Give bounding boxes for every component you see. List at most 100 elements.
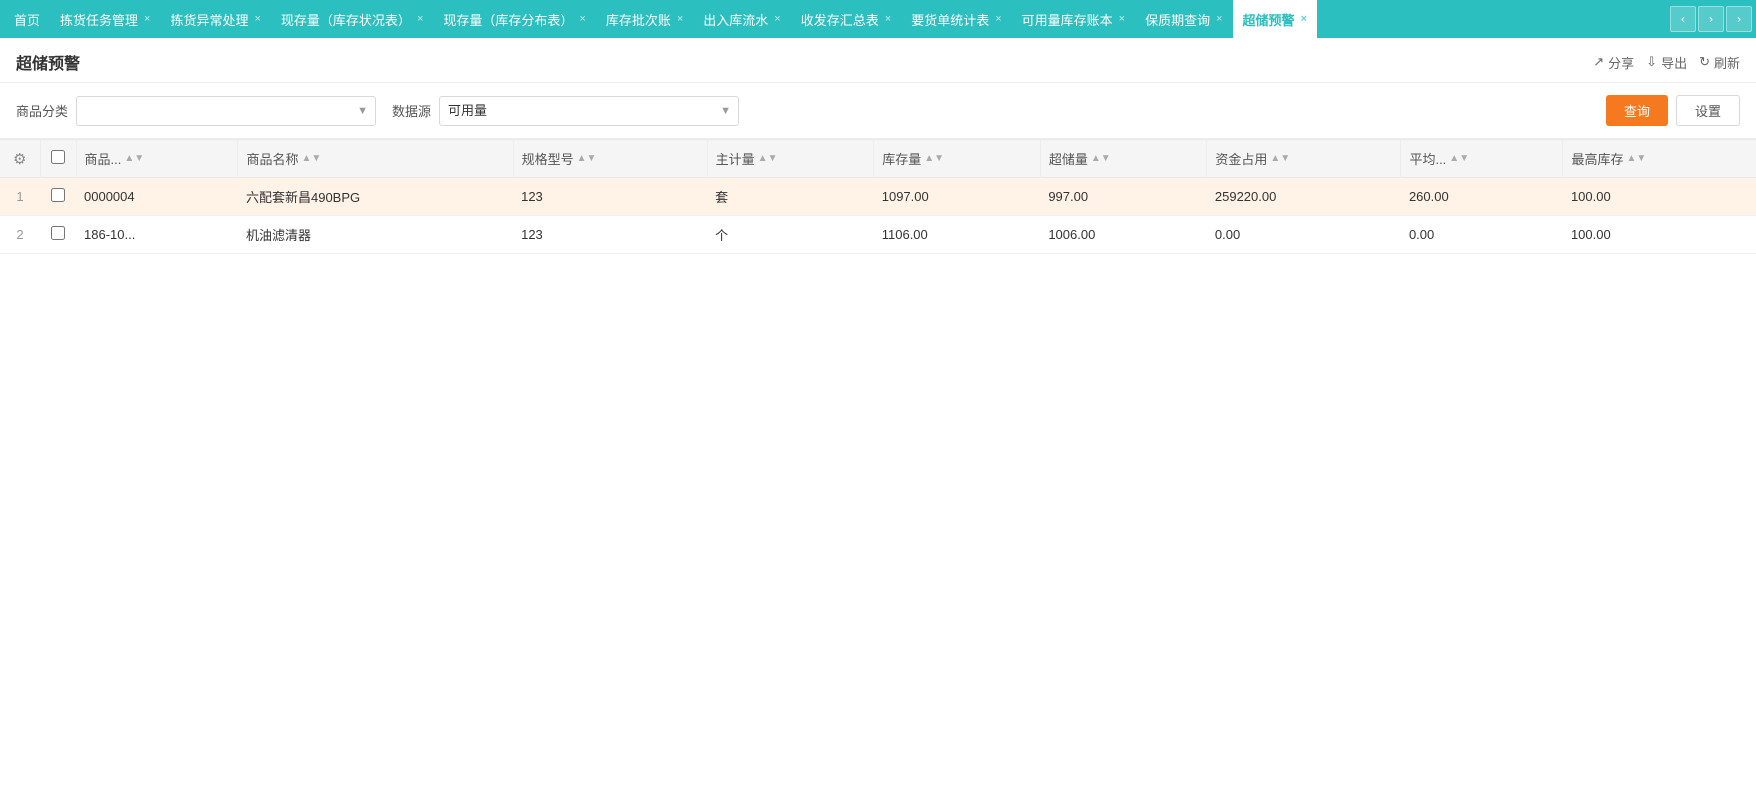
header-actions: ↗ 分享 ⇩ 导出 ↻ 刷新 <box>1593 53 1740 72</box>
nav-tab-inventory-status[interactable]: 现存量（库存状况表） × <box>271 0 433 38</box>
product-category-label: 商品分类 <box>16 101 68 120</box>
nav-next-button[interactable]: › <box>1698 6 1724 32</box>
cell-stock: 1106.00 <box>874 216 1041 254</box>
filter-actions: 查询 设置 <box>1606 95 1740 126</box>
row-checkbox[interactable] <box>51 188 65 202</box>
cell-max-stock: 100.00 <box>1563 216 1756 254</box>
nav-controls: ‹ › › <box>1670 6 1752 32</box>
close-icon[interactable]: × <box>774 13 780 25</box>
sort-icon: ▲▼ <box>758 154 778 164</box>
cell-spec: 123 <box>513 178 707 216</box>
data-source-label: 数据源 <box>392 101 431 120</box>
th-over-stock[interactable]: 超储量 ▲▼ <box>1040 140 1207 178</box>
cell-spec: 123 <box>513 216 707 254</box>
th-checkbox <box>40 140 76 178</box>
nav-tab-overstock-warning[interactable]: 超储预警 × <box>1233 0 1317 38</box>
select-all-checkbox[interactable] <box>51 150 65 164</box>
settings-button[interactable]: 设置 <box>1676 95 1740 126</box>
nav-tab-requisition[interactable]: 要货单统计表 × <box>901 0 1011 38</box>
th-capital-usage[interactable]: 资金占用 ▲▼ <box>1207 140 1401 178</box>
table-row: 2 186-10... 机油滤清器 123 个 1106.00 1006.00 … <box>0 216 1756 254</box>
product-category-select[interactable] <box>76 96 376 126</box>
nav-prev-button[interactable]: ‹ <box>1670 6 1696 32</box>
nav-tab-task-mgmt[interactable]: 拣货任务管理 × <box>50 0 160 38</box>
cell-stock: 1097.00 <box>874 178 1041 216</box>
sort-icon: ▲▼ <box>1449 154 1469 164</box>
gear-icon[interactable]: ⚙ <box>13 151 26 168</box>
nav-tab-quality-period[interactable]: 保质期查询 × <box>1135 0 1232 38</box>
close-icon[interactable]: × <box>1119 13 1125 25</box>
filter-row: 商品分类 ▼ 数据源 可用量 库存量 ▼ 查询 设置 <box>0 83 1756 139</box>
th-avg[interactable]: 平均... ▲▼ <box>1401 140 1563 178</box>
cell-unit: 套 <box>707 178 874 216</box>
close-icon[interactable]: × <box>995 13 1001 25</box>
nav-tab-available-stock[interactable]: 可用量库存账本 × <box>1012 0 1135 38</box>
row-number: 1 <box>0 178 40 216</box>
refresh-button[interactable]: ↻ 刷新 <box>1699 53 1740 72</box>
th-max-stock[interactable]: 最高库存 ▲▼ <box>1563 140 1756 178</box>
cell-product-name: 六配套新昌490BPG <box>238 178 513 216</box>
close-icon[interactable]: × <box>1301 13 1307 25</box>
cell-unit: 个 <box>707 216 874 254</box>
cell-product-code: 0000004 <box>76 178 238 216</box>
share-icon: ↗ <box>1593 54 1604 70</box>
cell-max-stock: 100.00 <box>1563 178 1756 216</box>
table-row: 1 0000004 六配套新昌490BPG 123 套 1097.00 997.… <box>0 178 1756 216</box>
table-wrapper: ⚙ 商品... ▲▼ 商品名称 ▲▼ <box>0 139 1756 254</box>
nav-tab-summary[interactable]: 收发存汇总表 × <box>791 0 901 38</box>
export-icon: ⇩ <box>1646 54 1657 70</box>
th-gear: ⚙ <box>0 140 40 178</box>
th-unit[interactable]: 主计量 ▲▼ <box>707 140 874 178</box>
close-icon[interactable]: × <box>677 13 683 25</box>
row-checkbox-cell <box>40 178 76 216</box>
cell-over-stock: 997.00 <box>1040 178 1207 216</box>
query-button[interactable]: 查询 <box>1606 95 1668 126</box>
data-source-filter: 数据源 可用量 库存量 ▼ <box>392 96 739 126</box>
close-icon[interactable]: × <box>144 13 150 25</box>
data-source-select[interactable]: 可用量 库存量 <box>439 96 739 126</box>
table-header-row: ⚙ 商品... ▲▼ 商品名称 ▲▼ <box>0 140 1756 178</box>
share-button[interactable]: ↗ 分享 <box>1593 53 1634 72</box>
top-navigation: 首页 拣货任务管理 × 拣货异常处理 × 现存量（库存状况表） × 现存量（库存… <box>0 0 1756 38</box>
cell-product-code: 186-10... <box>76 216 238 254</box>
nav-tab-exception[interactable]: 拣货异常处理 × <box>160 0 270 38</box>
close-icon[interactable]: × <box>885 13 891 25</box>
cell-capital-usage: 0.00 <box>1207 216 1401 254</box>
cell-avg: 260.00 <box>1401 178 1563 216</box>
close-icon[interactable]: × <box>417 13 423 25</box>
row-checkbox-cell <box>40 216 76 254</box>
cell-over-stock: 1006.00 <box>1040 216 1207 254</box>
nav-tab-flow[interactable]: 出入库流水 × <box>693 0 790 38</box>
close-icon[interactable]: × <box>579 13 585 25</box>
refresh-icon: ↻ <box>1699 54 1710 70</box>
cell-capital-usage: 259220.00 <box>1207 178 1401 216</box>
table-body: 1 0000004 六配套新昌490BPG 123 套 1097.00 997.… <box>0 178 1756 254</box>
sort-icon: ▲▼ <box>924 154 944 164</box>
export-button[interactable]: ⇩ 导出 <box>1646 53 1687 72</box>
th-spec[interactable]: 规格型号 ▲▼ <box>513 140 707 178</box>
sort-icon: ▲▼ <box>124 154 144 164</box>
sort-icon: ▲▼ <box>1626 154 1646 164</box>
data-source-select-wrapper: 可用量 库存量 ▼ <box>439 96 739 126</box>
nav-tab-home[interactable]: 首页 <box>4 0 50 38</box>
page-title: 超储预警 <box>16 50 80 74</box>
th-product-code[interactable]: 商品... ▲▼ <box>76 140 238 178</box>
product-category-select-wrapper: ▼ <box>76 96 376 126</box>
close-icon[interactable]: × <box>1216 13 1222 25</box>
row-checkbox[interactable] <box>51 226 65 240</box>
cell-avg: 0.00 <box>1401 216 1563 254</box>
close-icon[interactable]: × <box>254 13 260 25</box>
sort-icon: ▲▼ <box>1270 154 1290 164</box>
nav-more-button[interactable]: › <box>1726 6 1752 32</box>
th-stock[interactable]: 库存量 ▲▼ <box>874 140 1041 178</box>
nav-tab-inventory-dist[interactable]: 现存量（库存分布表） × <box>433 0 595 38</box>
th-product-name[interactable]: 商品名称 ▲▼ <box>238 140 513 178</box>
cell-product-name: 机油滤清器 <box>238 216 513 254</box>
sort-icon: ▲▼ <box>302 154 322 164</box>
page-header: 超储预警 ↗ 分享 ⇩ 导出 ↻ 刷新 <box>0 38 1756 83</box>
data-table: ⚙ 商品... ▲▼ 商品名称 ▲▼ <box>0 139 1756 254</box>
sort-icon: ▲▼ <box>1091 154 1111 164</box>
page-container: 超储预警 ↗ 分享 ⇩ 导出 ↻ 刷新 商品分类 ▼ <box>0 38 1756 800</box>
nav-tab-batch-account[interactable]: 库存批次账 × <box>596 0 693 38</box>
row-number: 2 <box>0 216 40 254</box>
